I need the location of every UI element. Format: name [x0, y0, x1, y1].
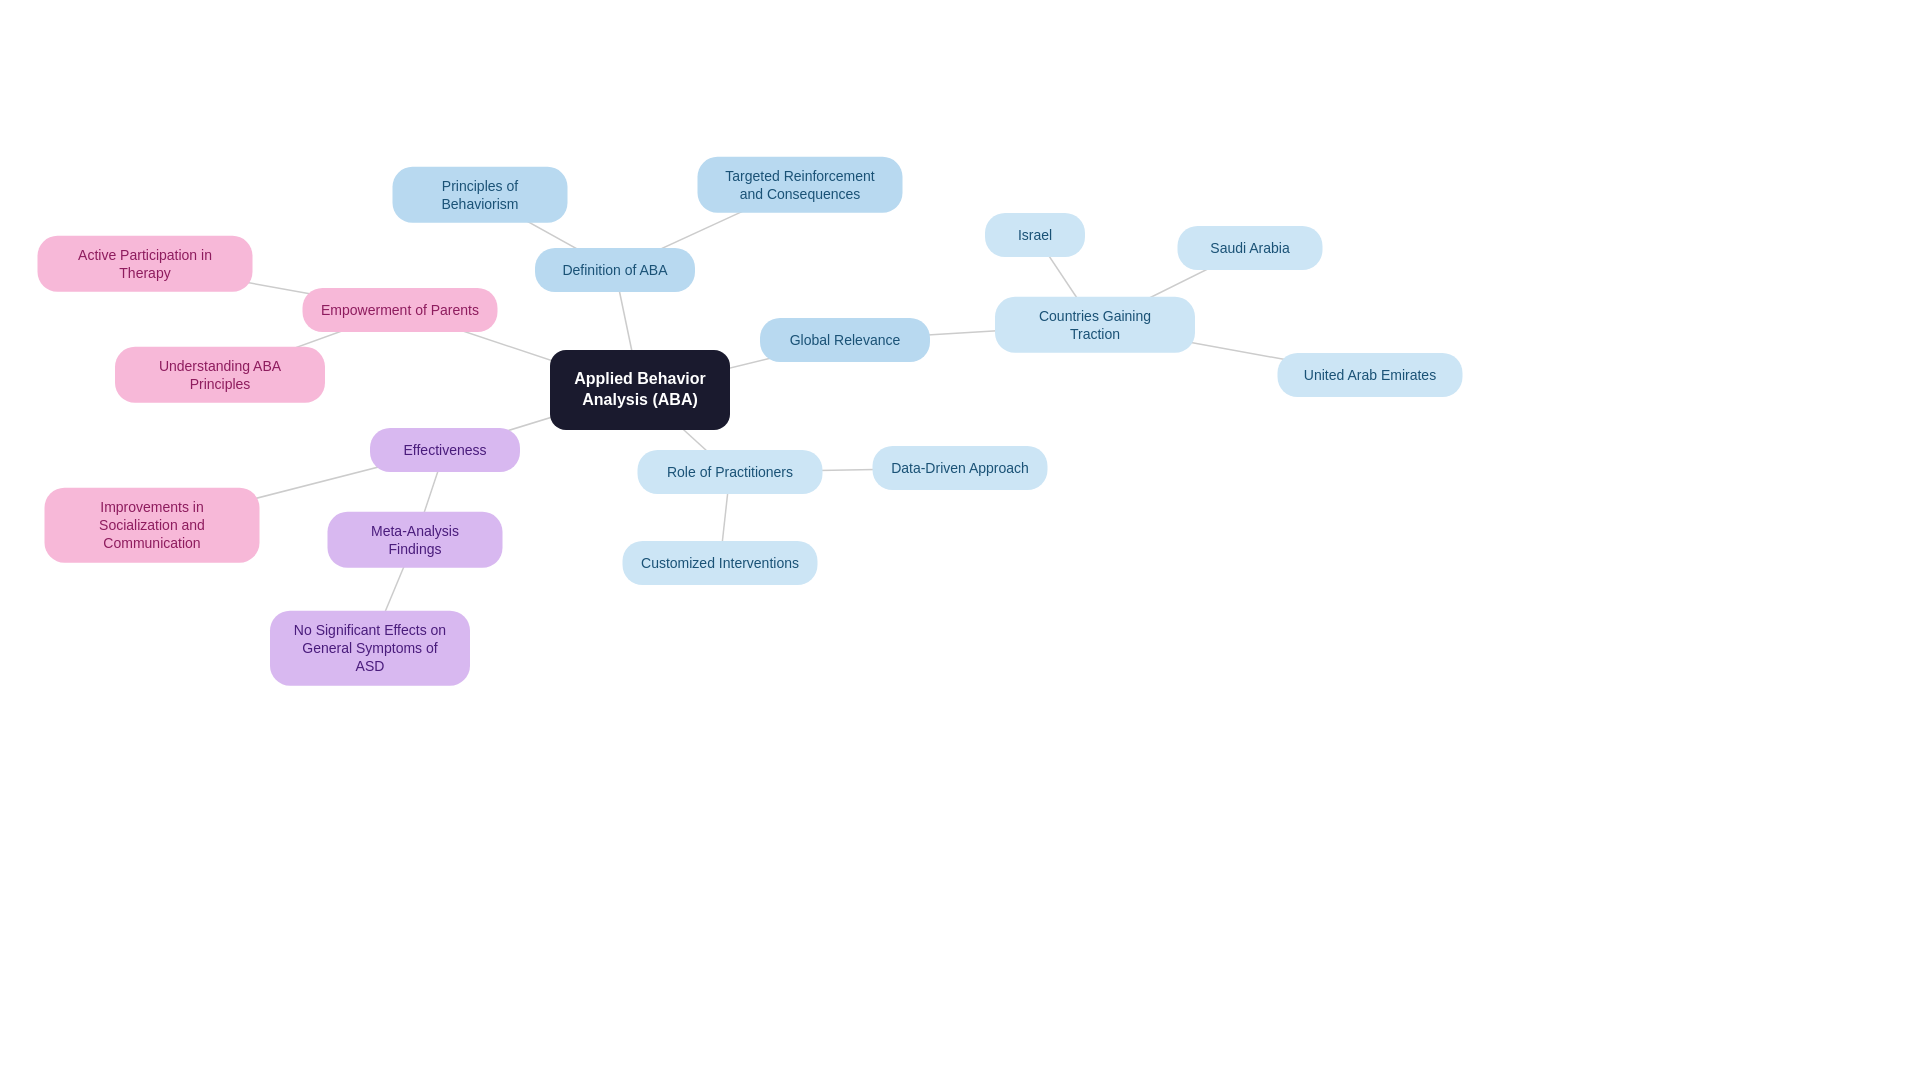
node-nosignificant[interactable]: No Significant Effects on General Sympto…	[270, 611, 470, 686]
node-understanding[interactable]: Understanding ABA Principles	[115, 347, 325, 403]
node-definition[interactable]: Definition of ABA	[535, 248, 695, 292]
node-improvements[interactable]: Improvements in Socialization and Commun…	[45, 488, 260, 563]
node-principles[interactable]: Principles of Behaviorism	[393, 167, 568, 223]
node-role[interactable]: Role of Practitioners	[638, 450, 823, 494]
node-datadriven[interactable]: Data-Driven Approach	[873, 446, 1048, 490]
node-active[interactable]: Active Participation in Therapy	[38, 236, 253, 292]
node-uae[interactable]: United Arab Emirates	[1278, 353, 1463, 397]
mind-map: Applied Behavior Analysis (ABA) Principle…	[0, 0, 1920, 1083]
node-effectiveness[interactable]: Effectiveness	[370, 428, 520, 472]
connection-lines	[0, 0, 1920, 1083]
node-israel[interactable]: Israel	[985, 213, 1085, 257]
node-global[interactable]: Global Relevance	[760, 318, 930, 362]
node-meta[interactable]: Meta-Analysis Findings	[328, 512, 503, 568]
node-countries[interactable]: Countries Gaining Traction	[995, 297, 1195, 353]
node-empowerment[interactable]: Empowerment of Parents	[303, 288, 498, 332]
node-targeted[interactable]: Targeted Reinforcement and Consequences	[698, 157, 903, 213]
node-saudi[interactable]: Saudi Arabia	[1178, 226, 1323, 270]
center-node[interactable]: Applied Behavior Analysis (ABA)	[550, 350, 730, 430]
node-customized[interactable]: Customized Interventions	[623, 541, 818, 585]
